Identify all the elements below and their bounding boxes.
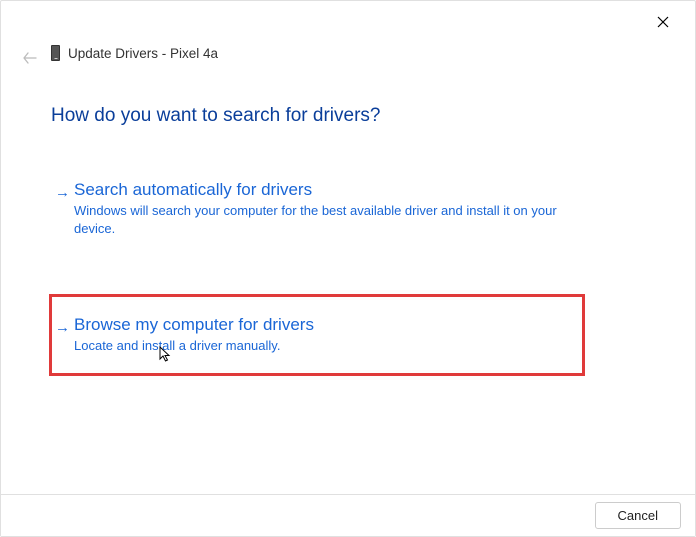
- arrow-right-icon: →: [55, 184, 70, 201]
- option-description: Locate and install a driver manually.: [74, 337, 564, 355]
- option-title: Browse my computer for drivers: [74, 315, 564, 335]
- options-list: → Search automatically for drivers Windo…: [51, 161, 583, 374]
- option-search-automatically[interactable]: → Search automatically for drivers Windo…: [51, 161, 583, 256]
- option-title: Search automatically for drivers: [74, 180, 564, 200]
- option-description: Windows will search your computer for th…: [74, 202, 564, 237]
- arrow-right-icon: →: [55, 319, 70, 336]
- back-button[interactable]: [23, 51, 37, 67]
- close-icon: [657, 16, 669, 28]
- back-arrow-icon: [23, 52, 37, 64]
- option-browse-computer[interactable]: → Browse my computer for drivers Locate …: [51, 296, 583, 374]
- dialog-header: Update Drivers - Pixel 4a: [51, 45, 218, 61]
- page-heading: How do you want to search for drivers?: [51, 105, 381, 127]
- close-button[interactable]: [649, 11, 677, 36]
- dialog-footer: Cancel: [1, 494, 695, 536]
- dialog-title: Update Drivers - Pixel 4a: [68, 46, 218, 61]
- cancel-button[interactable]: Cancel: [595, 502, 681, 529]
- device-icon: [51, 45, 60, 61]
